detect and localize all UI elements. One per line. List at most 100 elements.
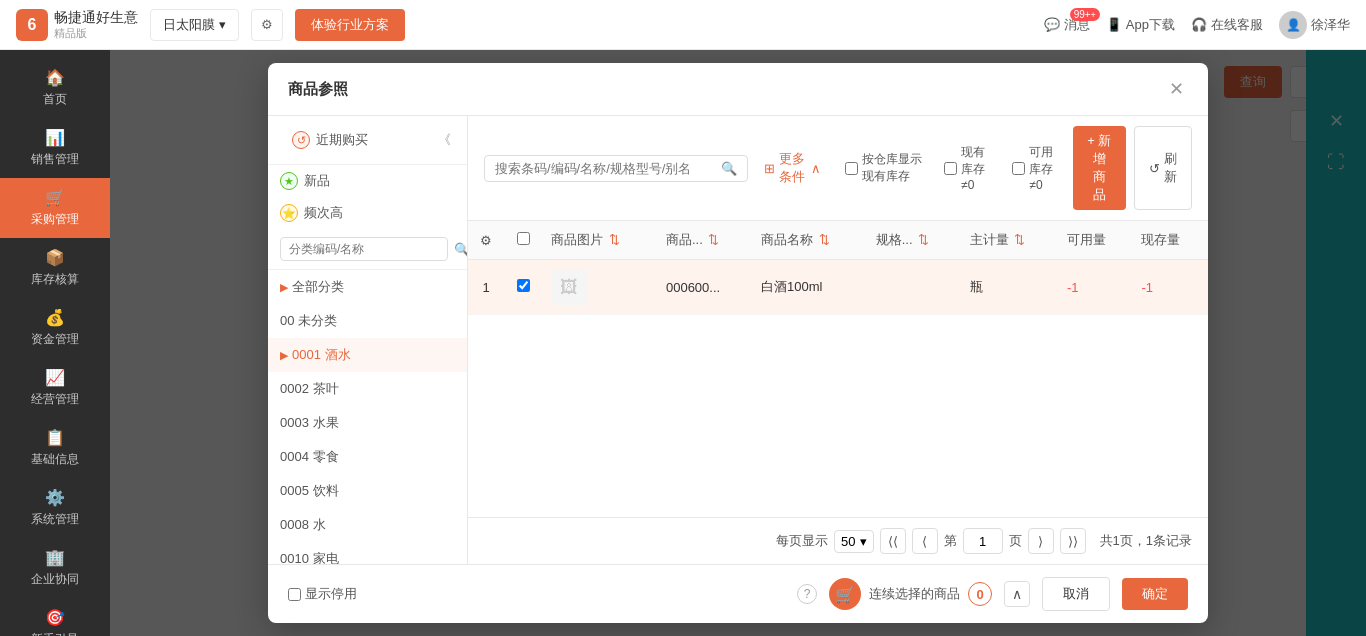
row-checkbox-cell[interactable] (504, 260, 543, 315)
user-item[interactable]: 👤 徐泽华 (1279, 11, 1350, 39)
col-image-label: 商品图片 (551, 232, 603, 247)
show-disabled-input[interactable] (288, 588, 301, 601)
first-page-btn[interactable]: ⟨⟨ (880, 528, 906, 554)
page-word: 第 (944, 532, 957, 550)
page-info: 共1页，1条记录 (1100, 532, 1192, 550)
sidebar-item-enterprise[interactable]: 🏢 企业协同 (0, 538, 110, 598)
cancel-btn[interactable]: 取消 (1042, 577, 1110, 611)
filter-more-btn[interactable]: ⊞ 更多条件 ∧ (756, 145, 829, 191)
checkbox-stock-label: 现有库存≠0 (961, 144, 996, 192)
sidebar-item-system[interactable]: ⚙️ 系统管理 (0, 478, 110, 538)
checkbox-warehouse-input[interactable] (845, 162, 858, 175)
sidebar-item-finance[interactable]: 💰 资金管理 (0, 298, 110, 358)
row-checkbox[interactable] (517, 279, 530, 292)
sidebar-item-basic-info[interactable]: 📋 基础信息 (0, 418, 110, 478)
checkbox-warehouse[interactable]: 按仓库显示现有库存 (845, 151, 928, 185)
username: 徐泽华 (1311, 16, 1350, 34)
messages-nav-item[interactable]: 💬 消息 99++ (1044, 16, 1090, 34)
sort-icon-code[interactable]: ⇅ (708, 232, 719, 247)
table-row[interactable]: 1 🖼 000600... 白酒100ml (468, 260, 1208, 315)
select-all-checkbox[interactable] (517, 232, 530, 245)
modal-header: 商品参照 ✕ (268, 63, 1208, 116)
category-item-liquor[interactable]: ▶ 0001 酒水 (268, 338, 467, 372)
col-settings[interactable]: ⚙ (468, 221, 504, 260)
sidebar-item-purchase[interactable]: 🛒 采购管理 (0, 178, 110, 238)
cart-icon[interactable]: 🛒 (829, 578, 861, 610)
category-item-uncategorized[interactable]: 00 未分类 (268, 304, 467, 338)
sidebar-item-sales[interactable]: 📊 销售管理 (0, 118, 110, 178)
search-input-wrap: 🔍 (484, 155, 748, 182)
product-reference-modal: 商品参照 ✕ ↺ 近期购买 《 (268, 63, 1208, 623)
sidebar-item-guide[interactable]: 🎯 新手引导 (0, 598, 110, 636)
checkbox-warehouse-label: 按仓库显示现有库存 (862, 151, 928, 185)
store-dropdown[interactable]: 日太阳膜 ▾ (150, 9, 239, 41)
col-code: 商品... ⇅ (658, 221, 753, 260)
sort-icon-spec[interactable]: ⇅ (918, 232, 929, 247)
settings-icon[interactable]: ⚙ (251, 9, 283, 41)
product-thumbnail: 🖼 (551, 269, 587, 305)
add-product-btn[interactable]: + 新增商品 (1073, 126, 1126, 210)
last-page-btn[interactable]: ⟩⟩ (1060, 528, 1086, 554)
category-label: 00 未分类 (280, 312, 337, 330)
sidebar-item-inventory[interactable]: 📦 库存核算 (0, 238, 110, 298)
sidebar-label-inventory: 库存核算 (31, 271, 79, 288)
search-icon[interactable]: 🔍 (454, 242, 468, 257)
show-disabled-checkbox[interactable]: 显示停用 (288, 585, 357, 603)
logo-text-block: 畅捷通好生意 精品版 (54, 8, 138, 41)
page-number-input[interactable]: 1 (963, 528, 1003, 554)
quick-item-recent[interactable]: ↺ 近期购买 (280, 124, 380, 156)
basic-info-icon: 📋 (45, 428, 65, 447)
purchase-icon: 🛒 (45, 188, 65, 207)
checkbox-stock-input[interactable] (944, 162, 957, 175)
left-panel-top: ↺ 近期购买 《 (268, 116, 467, 165)
sidebar-item-operations[interactable]: 📈 经营管理 (0, 358, 110, 418)
category-item-electronics[interactable]: 0010 家电 (268, 542, 467, 564)
category-item-snacks[interactable]: 0004 零食 (268, 440, 467, 474)
sidebar-item-home[interactable]: 🏠 首页 (0, 58, 110, 118)
prev-page-btn[interactable]: ⟨ (912, 528, 938, 554)
search-submit-icon[interactable]: 🔍 (721, 161, 737, 176)
sidebar-label-finance: 资金管理 (31, 331, 79, 348)
fold-btn[interactable]: ∧ (1004, 581, 1030, 607)
sort-icon-image[interactable]: ⇅ (609, 232, 620, 247)
checkbox-stock-nonzero[interactable]: 现有库存≠0 (944, 144, 996, 192)
product-table: ⚙ 商品图片 ⇅ 商品... ⇅ (468, 221, 1208, 315)
category-search-input[interactable] (280, 237, 448, 261)
trial-btn[interactable]: 体验行业方案 (295, 9, 405, 41)
col-checkbox-header[interactable] (504, 221, 543, 260)
category-item-drinks[interactable]: 0005 饮料 (268, 474, 467, 508)
quick-item-new[interactable]: ★ 新品 (268, 165, 467, 197)
cart-area: 🛒 连续选择的商品 0 (829, 578, 992, 610)
modal-close-button[interactable]: ✕ (1164, 77, 1188, 101)
sort-icon-name[interactable]: ⇅ (819, 232, 830, 247)
modal-title: 商品参照 (288, 80, 348, 99)
new-label: 新品 (304, 172, 330, 190)
row-index: 1 (468, 260, 504, 315)
confirm-btn[interactable]: 确定 (1122, 578, 1188, 610)
category-item-fruit[interactable]: 0003 水果 (268, 406, 467, 440)
col-name-label: 商品名称 (761, 232, 813, 247)
product-search-input[interactable] (495, 161, 715, 176)
footer-right: ? 🛒 连续选择的商品 0 ∧ 取消 确定 (797, 577, 1188, 611)
right-panel: 🔍 ⊞ 更多条件 ∧ 按仓库显示现有库存 (468, 116, 1208, 564)
next-page-btn[interactable]: ⟩ (1028, 528, 1054, 554)
checkbox-available-nonzero[interactable]: 可用库存≠0 (1012, 144, 1064, 192)
refresh-btn[interactable]: ↺ 刷新 (1134, 126, 1192, 210)
expand-arrow: ▶ (280, 281, 288, 294)
category-item-water[interactable]: 0008 水 (268, 508, 467, 542)
per-page-select[interactable]: 50 ▾ (834, 530, 873, 553)
checkbox-available-input[interactable] (1012, 162, 1025, 175)
filter-label: 更多条件 (779, 150, 807, 186)
collapse-btn[interactable]: 《 (434, 127, 455, 153)
cart-text: 连续选择的商品 (869, 585, 960, 603)
category-item-tea[interactable]: 0002 茶叶 (268, 372, 467, 406)
online-service-item[interactable]: 🎧 在线客服 (1191, 16, 1263, 34)
quick-item-frequent[interactable]: ⭐ 频次高 (268, 197, 467, 229)
sort-icon-unit[interactable]: ⇅ (1014, 232, 1025, 247)
category-list: ▶ 全部分类 00 未分类 ▶ 0001 酒水 0002 茶 (268, 270, 467, 564)
app-download-item[interactable]: 📱 App下载 (1106, 16, 1175, 34)
category-item-all[interactable]: ▶ 全部分类 (268, 270, 467, 304)
sidebar-label-enterprise: 企业协同 (31, 571, 79, 588)
store-name: 日太阳膜 (163, 16, 215, 34)
help-icon[interactable]: ? (797, 584, 817, 604)
